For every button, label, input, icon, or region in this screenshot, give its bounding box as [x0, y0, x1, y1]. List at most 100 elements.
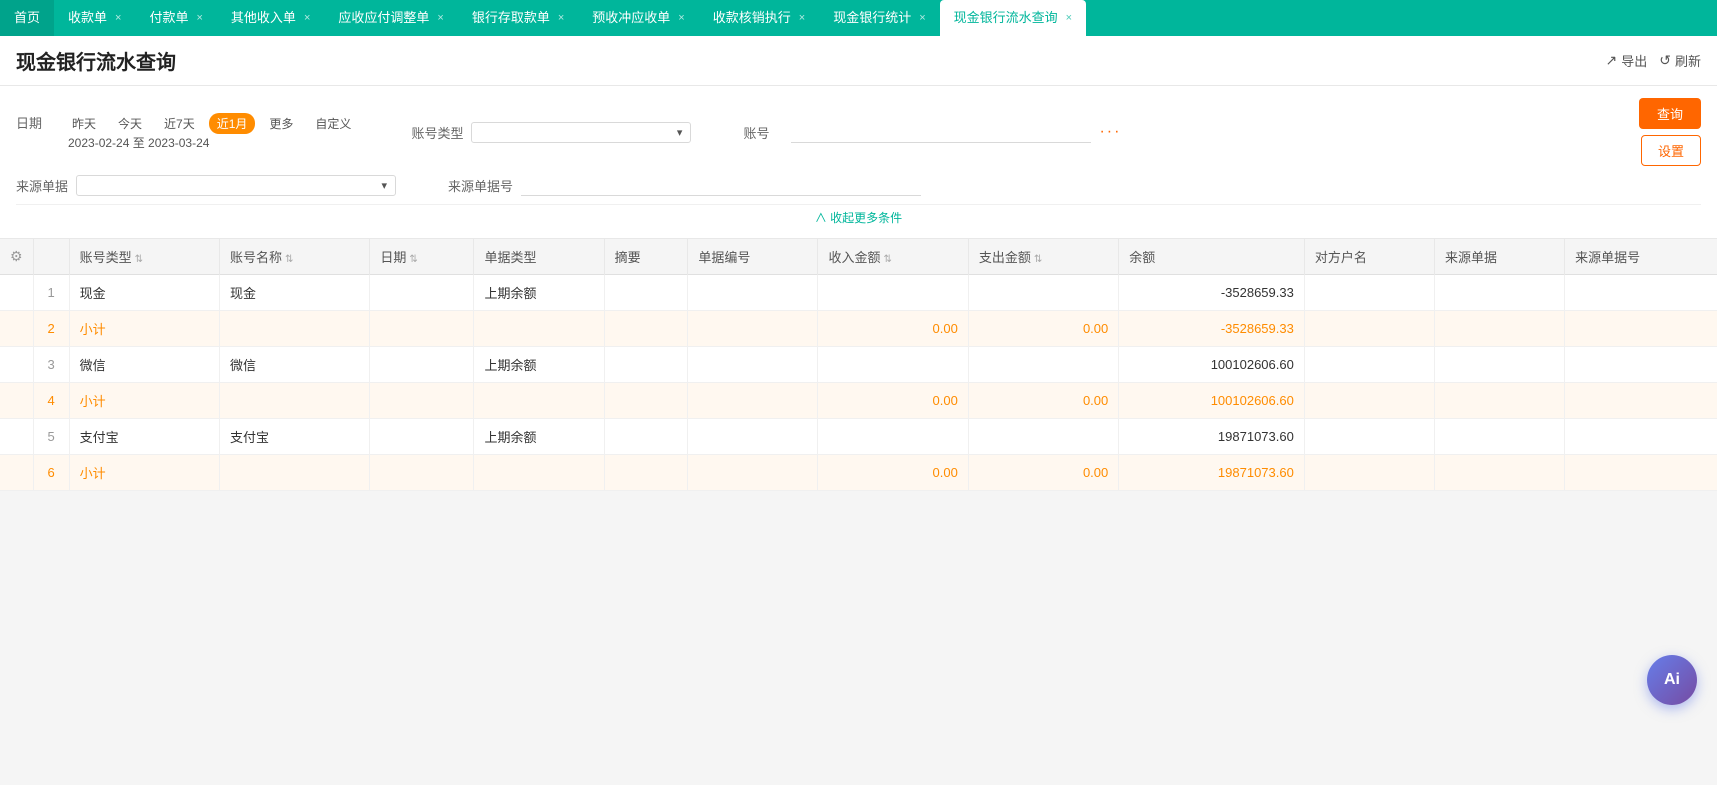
cell-summary [604, 419, 688, 455]
close-icon[interactable]: × [919, 0, 925, 36]
date-opt-more[interactable]: 更多 [261, 113, 301, 134]
close-icon[interactable]: × [558, 0, 564, 36]
cell-expense [968, 347, 1118, 383]
close-icon[interactable]: × [304, 0, 310, 36]
account-input[interactable] [791, 121, 1091, 143]
cell-source-doc-num [1565, 419, 1717, 455]
cell-account-name [219, 311, 369, 347]
header-actions: ↗ 导出 ↺ 刷新 [1606, 51, 1702, 70]
cell-account-type: 现金 [69, 275, 219, 311]
collapse-bar[interactable]: ∧ 收起更多条件 [16, 204, 1701, 230]
date-opt-1month[interactable]: 近1月 [209, 113, 256, 134]
column-income[interactable]: 收入金额⇅ [818, 239, 968, 275]
sort-icon: ⇅ [285, 254, 293, 265]
export-icon: ↗ [1606, 52, 1618, 69]
close-icon[interactable]: × [1066, 0, 1072, 36]
cell-num: 3 [33, 347, 69, 383]
cell-num: 4 [33, 383, 69, 419]
cell-source-doc [1434, 311, 1564, 347]
cell-doc-num [688, 311, 818, 347]
cell-date [370, 347, 474, 383]
cell-expense: 0.00 [968, 311, 1118, 347]
cell-source-doc [1434, 455, 1564, 491]
cell-source-doc [1434, 383, 1564, 419]
close-icon[interactable]: × [799, 0, 805, 36]
column-summary[interactable]: 摘要 [604, 239, 688, 275]
cell-summary [604, 347, 688, 383]
cell-summary [604, 383, 688, 419]
source-doc-label: 来源单据 [16, 176, 68, 195]
date-opt-custom[interactable]: 自定义 [307, 113, 359, 134]
date-opt-today[interactable]: 今天 [110, 113, 150, 134]
ai-button[interactable]: Ai [1647, 655, 1697, 705]
cell-expense: 0.00 [968, 383, 1118, 419]
close-icon[interactable]: × [196, 0, 202, 36]
cell-balance: 100102606.60 [1119, 383, 1305, 419]
cell-source-doc [1434, 275, 1564, 311]
cell-source-doc-num [1565, 275, 1717, 311]
cell-counterparty [1304, 275, 1434, 311]
cell-num: 5 [33, 419, 69, 455]
column-source-doc[interactable]: 来源单据 [1434, 239, 1564, 275]
chevron-down-icon: ▾ [677, 126, 683, 139]
source-doc-num-input[interactable] [521, 174, 921, 196]
account-label: 账号 [743, 123, 783, 142]
nav-item-stats[interactable]: 现金银行统计 × [819, 0, 939, 36]
action-buttons: 查询 设置 [1639, 98, 1701, 166]
cell-doc-num [688, 275, 818, 311]
nav-item-other-income[interactable]: 其他收入单 × [217, 0, 324, 36]
cell-date [370, 311, 474, 347]
column-source-doc-num[interactable]: 来源单据号 [1565, 239, 1717, 275]
source-doc-select[interactable]: ▾ [76, 175, 396, 196]
column-expense[interactable]: 支出金额⇅ [968, 239, 1118, 275]
cell-settings [0, 419, 33, 455]
cell-doc-num [688, 383, 818, 419]
cell-summary [604, 455, 688, 491]
export-button[interactable]: ↗ 导出 [1606, 51, 1648, 70]
nav-item-advance[interactable]: 预收冲应收单 × [578, 0, 698, 36]
column-account-type[interactable]: 账号类型⇅ [69, 239, 219, 275]
nav-item-writeoff[interactable]: 收款核销执行 × [699, 0, 819, 36]
cell-account-type: 小计 [69, 455, 219, 491]
column-account-name[interactable]: 账号名称⇅ [219, 239, 369, 275]
date-range: 2023-02-24 至 2023-03-24 [68, 134, 359, 151]
query-button[interactable]: 查询 [1639, 98, 1701, 129]
cell-source-doc [1434, 419, 1564, 455]
sort-icon: ⇅ [135, 254, 143, 265]
column-doc-type[interactable]: 单据类型 [474, 239, 604, 275]
date-opt-7days[interactable]: 近7天 [156, 113, 203, 134]
cell-income [818, 347, 968, 383]
gear-icon[interactable]: ⚙ [10, 248, 23, 264]
cell-doc-type [474, 455, 604, 491]
cell-income: 0.00 [818, 455, 968, 491]
cell-account-type: 小计 [69, 311, 219, 347]
account-type-select[interactable]: ▾ [471, 122, 691, 143]
date-options: 昨天 今天 近7天 近1月 更多 自定义 [64, 113, 359, 134]
more-options-icon[interactable]: ··· [1099, 123, 1121, 141]
cell-date [370, 275, 474, 311]
cell-expense [968, 419, 1118, 455]
nav-item-bank-deposit[interactable]: 银行存取款单 × [458, 0, 578, 36]
close-icon[interactable]: × [115, 0, 121, 36]
nav-item-home[interactable]: 首页 [0, 0, 54, 36]
nav-item-receipt[interactable]: 收款单 × [54, 0, 135, 36]
column-balance[interactable]: 余额 [1119, 239, 1305, 275]
settings-button[interactable]: 设置 [1641, 135, 1701, 166]
cell-settings [0, 455, 33, 491]
nav-item-payment[interactable]: 付款单 × [135, 0, 216, 36]
column-date[interactable]: 日期⇅ [370, 239, 474, 275]
column-doc-num[interactable]: 单据编号 [688, 239, 818, 275]
close-icon[interactable]: × [678, 0, 684, 36]
refresh-button[interactable]: ↺ 刷新 [1659, 51, 1701, 70]
date-opt-yesterday[interactable]: 昨天 [64, 113, 104, 134]
close-icon[interactable]: × [437, 0, 443, 36]
cell-num: 2 [33, 311, 69, 347]
nav-item-adjustment[interactable]: 应收应付调整单 × [324, 0, 457, 36]
cell-balance: 19871073.60 [1119, 455, 1305, 491]
column-counterparty[interactable]: 对方户名 [1304, 239, 1434, 275]
cell-balance: 100102606.60 [1119, 347, 1305, 383]
nav-item-flow-query[interactable]: 现金银行流水查询 × [940, 0, 1086, 36]
column-settings[interactable]: ⚙ [0, 239, 33, 275]
sort-icon: ⇅ [883, 254, 891, 265]
cell-account-type: 支付宝 [69, 419, 219, 455]
